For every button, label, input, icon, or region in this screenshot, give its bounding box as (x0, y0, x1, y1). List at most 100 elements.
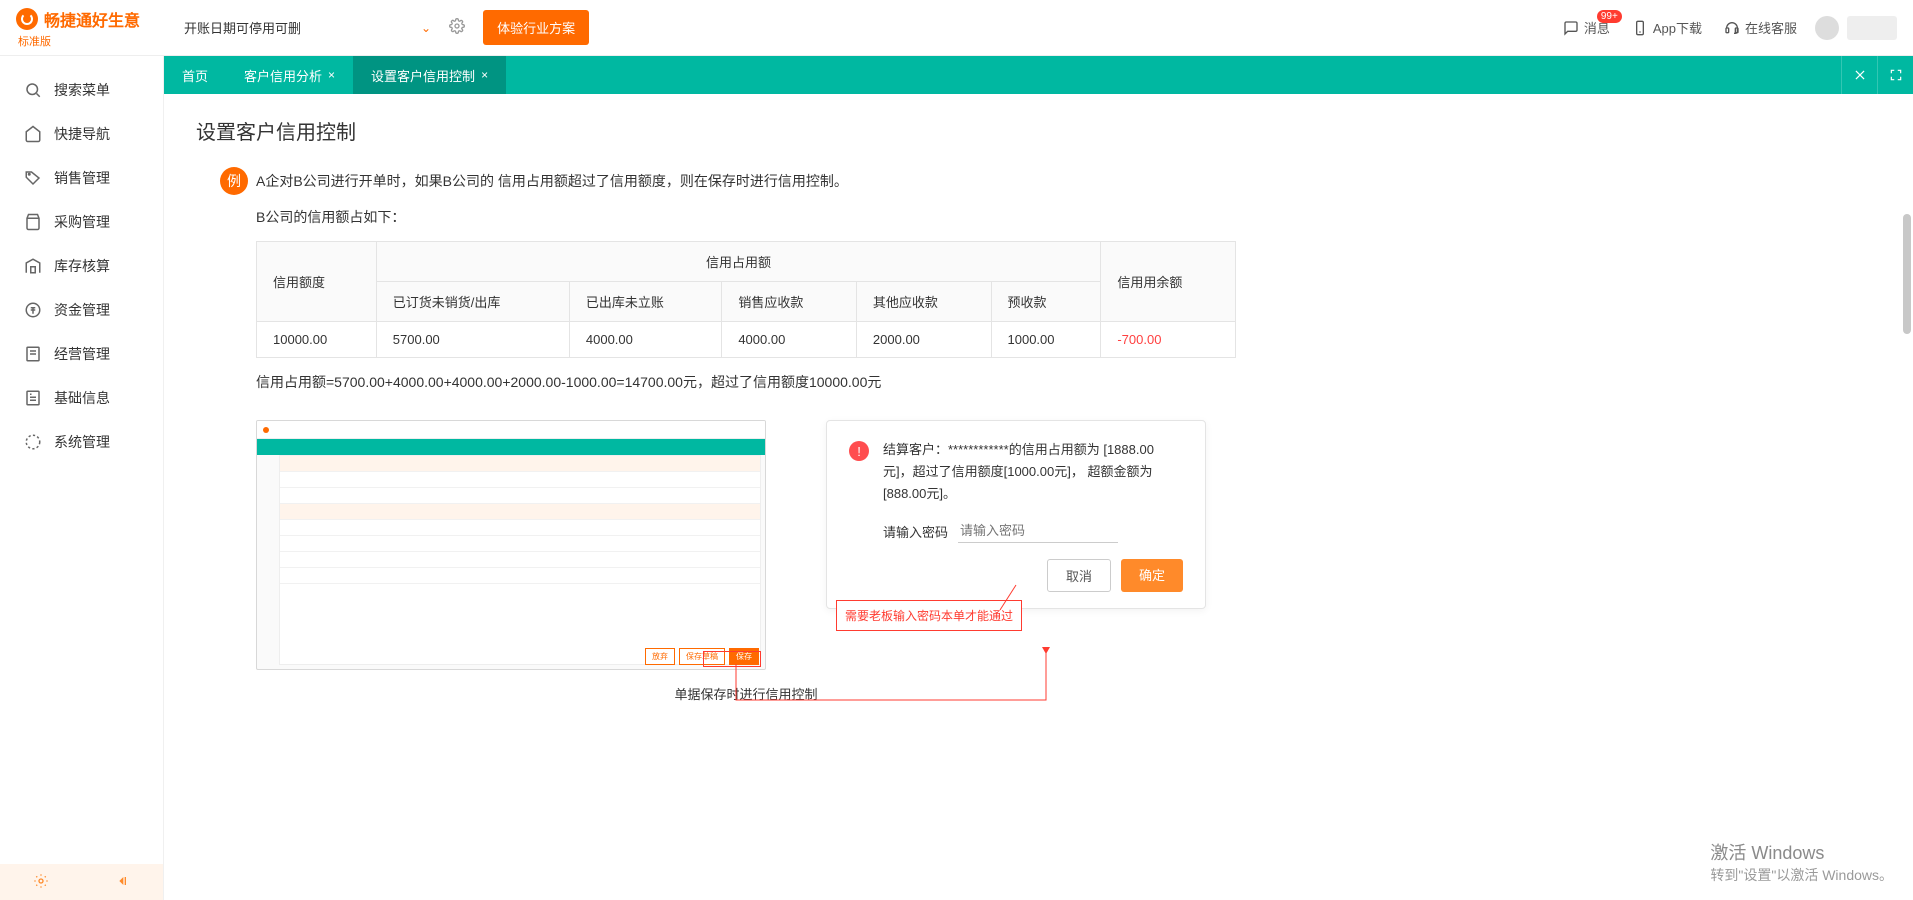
experience-plan-button[interactable]: 体验行业方案 (483, 10, 589, 45)
tab-label: 设置客户信用控制 (371, 66, 475, 85)
tab-label: 客户信用分析 (244, 66, 322, 85)
td-c2: 4000.00 (569, 322, 721, 358)
report-icon (24, 345, 42, 363)
content-card: 例 A企对B公司进行开单时，如果B公司的 信用占用额超过了信用额度，则在保存时进… (196, 163, 1881, 727)
sidebar-item-search[interactable]: 搜索菜单 (0, 68, 163, 112)
sidebar-item-label: 经营管理 (54, 344, 110, 364)
info-icon (24, 389, 42, 407)
messages-button[interactable]: 消息 99+ (1563, 18, 1610, 37)
sidebar-item-label: 采购管理 (54, 212, 110, 232)
illustration-row: 放弃 保存草稿 保存 ! 结算客户：************的信用占用额为 [1… (256, 420, 1857, 670)
sidebar-collapse-button[interactable] (114, 873, 130, 892)
dialog-msg-line1: 结算客户：************的信用占用额为 (883, 442, 1100, 457)
app-download-button[interactable]: App下载 (1632, 18, 1702, 37)
collapse-icon (114, 873, 130, 889)
home-icon (24, 125, 42, 143)
tab-set-customer-credit-control[interactable]: 设置客户信用控制 × (353, 56, 506, 94)
formula-text: 信用占用额=5700.00+4000.00+4000.00+2000.00-10… (256, 372, 1857, 392)
sidebar-item-label: 快捷导航 (54, 124, 110, 144)
warning-icon: ! (849, 441, 869, 461)
app-download-label: App下载 (1653, 18, 1702, 37)
th-sub-0: 已订货未销货/出库 (376, 282, 569, 322)
td-balance: -700.00 (1101, 322, 1236, 358)
sidebar-item-stock[interactable]: 库存核算 (0, 244, 163, 288)
annotation-note: 需要老板输入密码本单才能通过 (836, 600, 1022, 631)
td-c5: 1000.00 (991, 322, 1101, 358)
account-period-dropdown[interactable]: 开账日期可停用可删 ⌄ (184, 18, 431, 37)
brand-logo[interactable]: 畅捷通好生意 (16, 7, 140, 31)
table-row: 10000.00 5700.00 4000.00 4000.00 2000.00… (257, 322, 1236, 358)
sidebar-item-quicknav[interactable]: 快捷导航 (0, 112, 163, 156)
tab-home[interactable]: 首页 (164, 56, 226, 94)
th-credit-balance: 信用用余额 (1101, 242, 1236, 322)
sidebar-item-operations[interactable]: 经营管理 (0, 332, 163, 376)
th-sub-3: 其他应收款 (856, 282, 991, 322)
td-limit: 10000.00 (257, 322, 377, 358)
main-area: 首页 客户信用分析 × 设置客户信用控制 × 设置客户信用控制 例 A企对B公司… (164, 56, 1913, 900)
sidebar-item-purchase[interactable]: 采购管理 (0, 200, 163, 244)
sidebar-bottom-bar (0, 864, 163, 900)
th-sub-2: 销售应收款 (722, 282, 857, 322)
dialog-cancel-button[interactable]: 取消 (1047, 559, 1111, 592)
sidebar: 搜索菜单 快捷导航 销售管理 采购管理 库存核算 资金管理 经营管理 基础信息 … (0, 56, 164, 900)
bag-icon (24, 213, 42, 231)
app-header: 畅捷通好生意 标准版 开账日期可停用可删 ⌄ 体验行业方案 消息 99+ App… (0, 0, 1913, 56)
password-input[interactable] (958, 519, 1118, 543)
th-credit-limit: 信用额度 (257, 242, 377, 322)
edition-label: 标准版 (18, 33, 51, 49)
tag-icon (24, 169, 42, 187)
gear-icon (449, 18, 465, 34)
tab-customer-credit-analysis[interactable]: 客户信用分析 × (226, 56, 353, 94)
online-service-label: 在线客服 (1745, 18, 1797, 37)
messages-badge: 99+ (1597, 10, 1622, 23)
sub-description: B公司的信用额占如下： (256, 207, 1857, 227)
td-c3: 4000.00 (722, 322, 857, 358)
fullscreen-icon (1889, 68, 1903, 82)
logo-area: 畅捷通好生意 标准版 (16, 7, 164, 49)
tab-close-all-button[interactable] (1841, 56, 1877, 94)
sidebar-item-label: 基础信息 (54, 388, 110, 408)
credit-table: 信用额度 信用占用额 信用用余额 已订货未销货/出库 已出库未立账 销售应收款 … (256, 241, 1236, 358)
th-credit-used-group: 信用占用额 (376, 242, 1101, 282)
scrollbar[interactable] (1903, 194, 1911, 860)
mock-save-highlight (703, 651, 761, 667)
user-avatar[interactable] (1815, 16, 1839, 40)
page-title: 设置客户信用控制 (196, 116, 1881, 145)
sidebar-item-label: 搜索菜单 (54, 80, 110, 100)
sidebar-item-funds[interactable]: 资金管理 (0, 288, 163, 332)
illustration-caption: 单据保存时进行信用控制 (256, 684, 1236, 703)
password-label: 请输入密码 (883, 522, 948, 541)
gear-icon (33, 873, 49, 889)
online-service-button[interactable]: 在线客服 (1724, 18, 1797, 37)
example-description: A企对B公司进行开单时，如果B公司的 信用占用额超过了信用额度，则在保存时进行信… (256, 171, 848, 191)
tab-label: 首页 (182, 66, 208, 85)
warehouse-icon (24, 257, 42, 275)
brand-mark-icon (16, 8, 38, 30)
tab-bar: 首页 客户信用分析 × 设置客户信用控制 × (164, 56, 1913, 94)
mock-discard-button: 放弃 (645, 648, 675, 665)
scrollbar-thumb[interactable] (1903, 214, 1911, 334)
close-icon[interactable]: × (481, 68, 488, 82)
sidebar-item-baseinfo[interactable]: 基础信息 (0, 376, 163, 420)
mobile-icon (1632, 20, 1648, 36)
sidebar-item-system[interactable]: 系统管理 (0, 420, 163, 464)
close-icon[interactable]: × (328, 68, 335, 82)
dialog-ok-button[interactable]: 确定 (1121, 559, 1183, 592)
settings-icon (24, 433, 42, 451)
page-content: 设置客户信用控制 例 A企对B公司进行开单时，如果B公司的 信用占用额超过了信用… (164, 94, 1913, 900)
sidebar-item-sales[interactable]: 销售管理 (0, 156, 163, 200)
td-c1: 5700.00 (376, 322, 569, 358)
credit-warning-dialog: ! 结算客户：************的信用占用额为 [1888.00元]，超过… (826, 420, 1206, 609)
td-c4: 2000.00 (856, 322, 991, 358)
example-badge: 例 (220, 167, 248, 195)
settings-button[interactable] (449, 18, 465, 37)
sidebar-settings-button[interactable] (33, 873, 49, 892)
th-sub-1: 已出库未立账 (569, 282, 721, 322)
close-icon (1853, 68, 1867, 82)
brand-name: 畅捷通好生意 (44, 7, 140, 31)
dialog-message: 结算客户：************的信用占用额为 [1888.00元]，超过了信… (883, 439, 1183, 505)
sidebar-item-label: 销售管理 (54, 168, 110, 188)
tab-fullscreen-button[interactable] (1877, 56, 1913, 94)
example-heading-row: 例 A企对B公司进行开单时，如果B公司的 信用占用额超过了信用额度，则在保存时进… (220, 167, 1857, 195)
user-name-placeholder[interactable] (1847, 16, 1897, 40)
